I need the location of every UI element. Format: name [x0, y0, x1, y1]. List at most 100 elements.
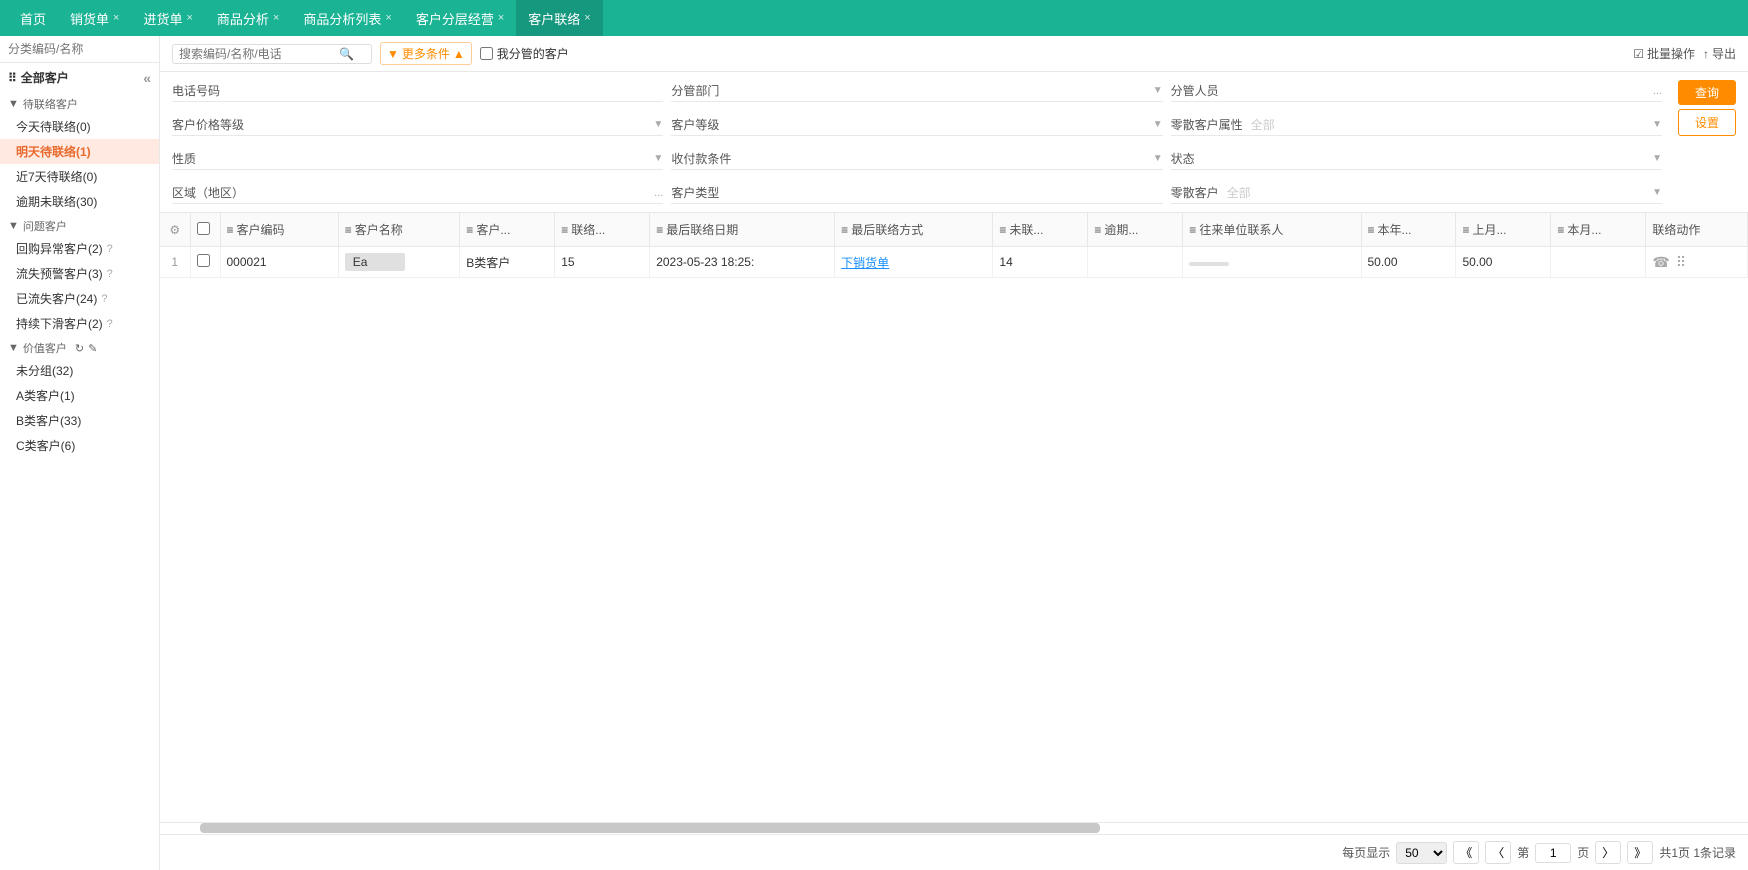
- sidebar-item-a-class[interactable]: A类客户(1): [0, 383, 159, 408]
- more-filter-button[interactable]: ▼ 更多条件 ▲: [380, 42, 472, 65]
- sidebar-item-overdue[interactable]: 逾期未联络(30): [0, 189, 159, 214]
- nav-home[interactable]: 首页: [8, 0, 58, 36]
- help-icon-1: ?: [107, 243, 113, 255]
- toolbar: 🔍 ▼ 更多条件 ▲ 我分管的客户 ☑ 批量操作 ↑ 导出: [160, 36, 1748, 72]
- my-customers-checkbox-label[interactable]: 我分管的客户: [480, 45, 569, 62]
- nav-product-analysis[interactable]: 商品分析 ×: [205, 0, 291, 36]
- filter-row-1: 电话号码 分管部门 ▼ 分管人员 ...: [172, 80, 1662, 102]
- retail-attr-dropdown-icon[interactable]: ▼: [1652, 119, 1662, 130]
- sidebar-item-tomorrow[interactable]: 明天待联络(1): [0, 139, 159, 164]
- triangle-icon-2: ▼: [8, 220, 19, 232]
- select-all-checkbox[interactable]: [197, 222, 210, 235]
- refresh-icon[interactable]: ↻: [75, 342, 84, 355]
- filter-dept: 分管部门 ▼: [671, 80, 1162, 102]
- contact-method-link[interactable]: 下销货单: [841, 256, 889, 270]
- pagination-bar: 每页显示 50 100 200 《 〈 第 页 〉 》 共1页 1条记录: [160, 834, 1748, 870]
- per-page-select[interactable]: 50 100 200: [1396, 842, 1447, 864]
- filter-customer-level: 客户等级 ▼: [671, 114, 1162, 136]
- nav-product-analysis-list[interactable]: 商品分析列表 ×: [291, 0, 403, 36]
- action-icons: ☎ ⠿: [1652, 254, 1741, 271]
- last-page-button[interactable]: 》: [1627, 841, 1653, 864]
- col-overdue: ≡ 逾期...: [1088, 213, 1183, 247]
- phone-action-icon[interactable]: ☎: [1652, 254, 1669, 271]
- grid-icon: ⠿: [8, 71, 17, 85]
- col-customer-name: ≡ 客户名称: [338, 213, 460, 247]
- nav-close-contact[interactable]: ×: [584, 12, 590, 24]
- filter-price-level: 客户价格等级 ▼: [172, 114, 663, 136]
- page-input[interactable]: [1535, 843, 1571, 863]
- sidebar-item-abnormal[interactable]: 回购异常客户(2) ?: [0, 236, 159, 261]
- payment-dropdown-icon[interactable]: ▼: [1153, 153, 1163, 164]
- cell-checkbox: [190, 247, 220, 278]
- search-icon[interactable]: 🔍: [339, 47, 354, 61]
- row-checkbox[interactable]: [197, 254, 210, 267]
- cell-this-month: [1551, 247, 1646, 278]
- sidebar-item-b-class[interactable]: B类客户(33): [0, 408, 159, 433]
- cell-this-year: 50.00: [1361, 247, 1456, 278]
- filter-manager: 分管人员 ...: [1171, 80, 1662, 102]
- prev-page-button[interactable]: 〈: [1485, 841, 1511, 864]
- nature-dropdown-icon[interactable]: ▼: [653, 153, 663, 164]
- col-last-contact-date: ≡ 最后联络日期: [650, 213, 835, 247]
- sidebar-group-pending: ▼ 待联络客户: [0, 92, 159, 114]
- sidebar-search-input[interactable]: [8, 42, 160, 56]
- sidebar-item-7days[interactable]: 近7天待联络(0): [0, 164, 159, 189]
- triangle-icon: ▼: [8, 98, 19, 110]
- col-partner-contact: ≡ 往来单位联系人: [1183, 213, 1361, 247]
- customer-level-dropdown-icon[interactable]: ▼: [1153, 119, 1163, 130]
- cell-contact-count: 15: [555, 247, 650, 278]
- cell-last-contact-method: 下销货单: [835, 247, 993, 278]
- sidebar-item-unclassified[interactable]: 未分组(32): [0, 358, 159, 383]
- search-input[interactable]: [179, 47, 339, 61]
- nav-customer-segmentation[interactable]: 客户分层经营 ×: [404, 0, 516, 36]
- sidebar-all-customers[interactable]: ⠿ 全部客户 «: [0, 63, 159, 92]
- region-more-btn[interactable]: ...: [654, 187, 663, 199]
- batch-action-button[interactable]: ☑ 批量操作: [1633, 45, 1695, 62]
- sidebar-item-today[interactable]: 今天待联络(0): [0, 114, 159, 139]
- filter-payment: 收付款条件 ▼: [671, 148, 1162, 170]
- reset-button[interactable]: 设置: [1678, 109, 1736, 136]
- toolbar-right: ☑ 批量操作 ↑ 导出: [1633, 45, 1736, 62]
- manager-more-btn[interactable]: ...: [1653, 85, 1662, 97]
- total-records: 共1页 1条记录: [1659, 844, 1736, 861]
- triangle-icon-3: ▼: [8, 342, 19, 354]
- filter-status: 状态 ▼: [1171, 148, 1662, 170]
- query-button[interactable]: 查询: [1678, 80, 1736, 105]
- col-customer-code: ≡ 客户编码: [220, 213, 338, 247]
- my-customers-checkbox[interactable]: [480, 47, 493, 60]
- horizontal-scrollbar[interactable]: [160, 822, 1748, 834]
- sidebar-item-churned[interactable]: 已流失客户(24) ?: [0, 286, 159, 311]
- export-button[interactable]: ↑ 导出: [1703, 45, 1736, 62]
- sidebar-item-c-class[interactable]: C类客户(6): [0, 433, 159, 458]
- status-dropdown-icon[interactable]: ▼: [1652, 153, 1662, 164]
- filter-retail-attr: 零散客户属性 全部 ▼: [1171, 114, 1662, 136]
- retail-customer-dropdown-icon[interactable]: ▼: [1652, 187, 1662, 198]
- sidebar-group-value: ▼ 价值客户 ↻ ✎: [0, 336, 159, 358]
- sidebar-item-declining[interactable]: 持续下滑客户(2) ?: [0, 311, 159, 336]
- main-layout: 🔍 ⠿ 全部客户 « ▼ 待联络客户 今天待联络(0) 明天待联络(1) 近7天…: [0, 36, 1748, 870]
- first-page-button[interactable]: 《: [1453, 841, 1479, 864]
- sidebar-item-churn-warning[interactable]: 流失预警客户(3) ?: [0, 261, 159, 286]
- dept-dropdown-icon[interactable]: ▼: [1153, 85, 1163, 96]
- col-last-contact-method: ≡ 最后联络方式: [835, 213, 993, 247]
- price-level-dropdown-icon[interactable]: ▼: [653, 119, 663, 130]
- nav-close-segmentation[interactable]: ×: [498, 12, 504, 24]
- collapse-icon[interactable]: «: [143, 70, 151, 86]
- nav-close-sales[interactable]: ×: [113, 12, 119, 24]
- nav-purchase-order[interactable]: 进货单 ×: [131, 0, 204, 36]
- next-page-button[interactable]: 〉: [1595, 841, 1621, 864]
- edit-icon[interactable]: ✎: [88, 342, 97, 355]
- nav-close-purchase[interactable]: ×: [186, 12, 192, 24]
- col-contact-count: ≡ 联络...: [555, 213, 650, 247]
- nav-close-product-analysis[interactable]: ×: [273, 12, 279, 24]
- nav-sales-order[interactable]: 销货单 ×: [58, 0, 131, 36]
- filter-row-4: 区域（地区） ... 客户类型 零散客户 全部 ▼: [172, 182, 1662, 204]
- help-icon-2: ?: [107, 268, 113, 280]
- nav-close-product-list[interactable]: ×: [385, 12, 391, 24]
- nav-customer-contact[interactable]: 客户联络 ×: [516, 0, 602, 36]
- settings-icon[interactable]: ⚙: [169, 223, 180, 237]
- page-suffix: 页: [1577, 844, 1589, 861]
- col-checkbox: [190, 213, 220, 247]
- sidebar-search-wrap: 🔍: [0, 36, 159, 63]
- grid-action-icon[interactable]: ⠿: [1676, 254, 1686, 271]
